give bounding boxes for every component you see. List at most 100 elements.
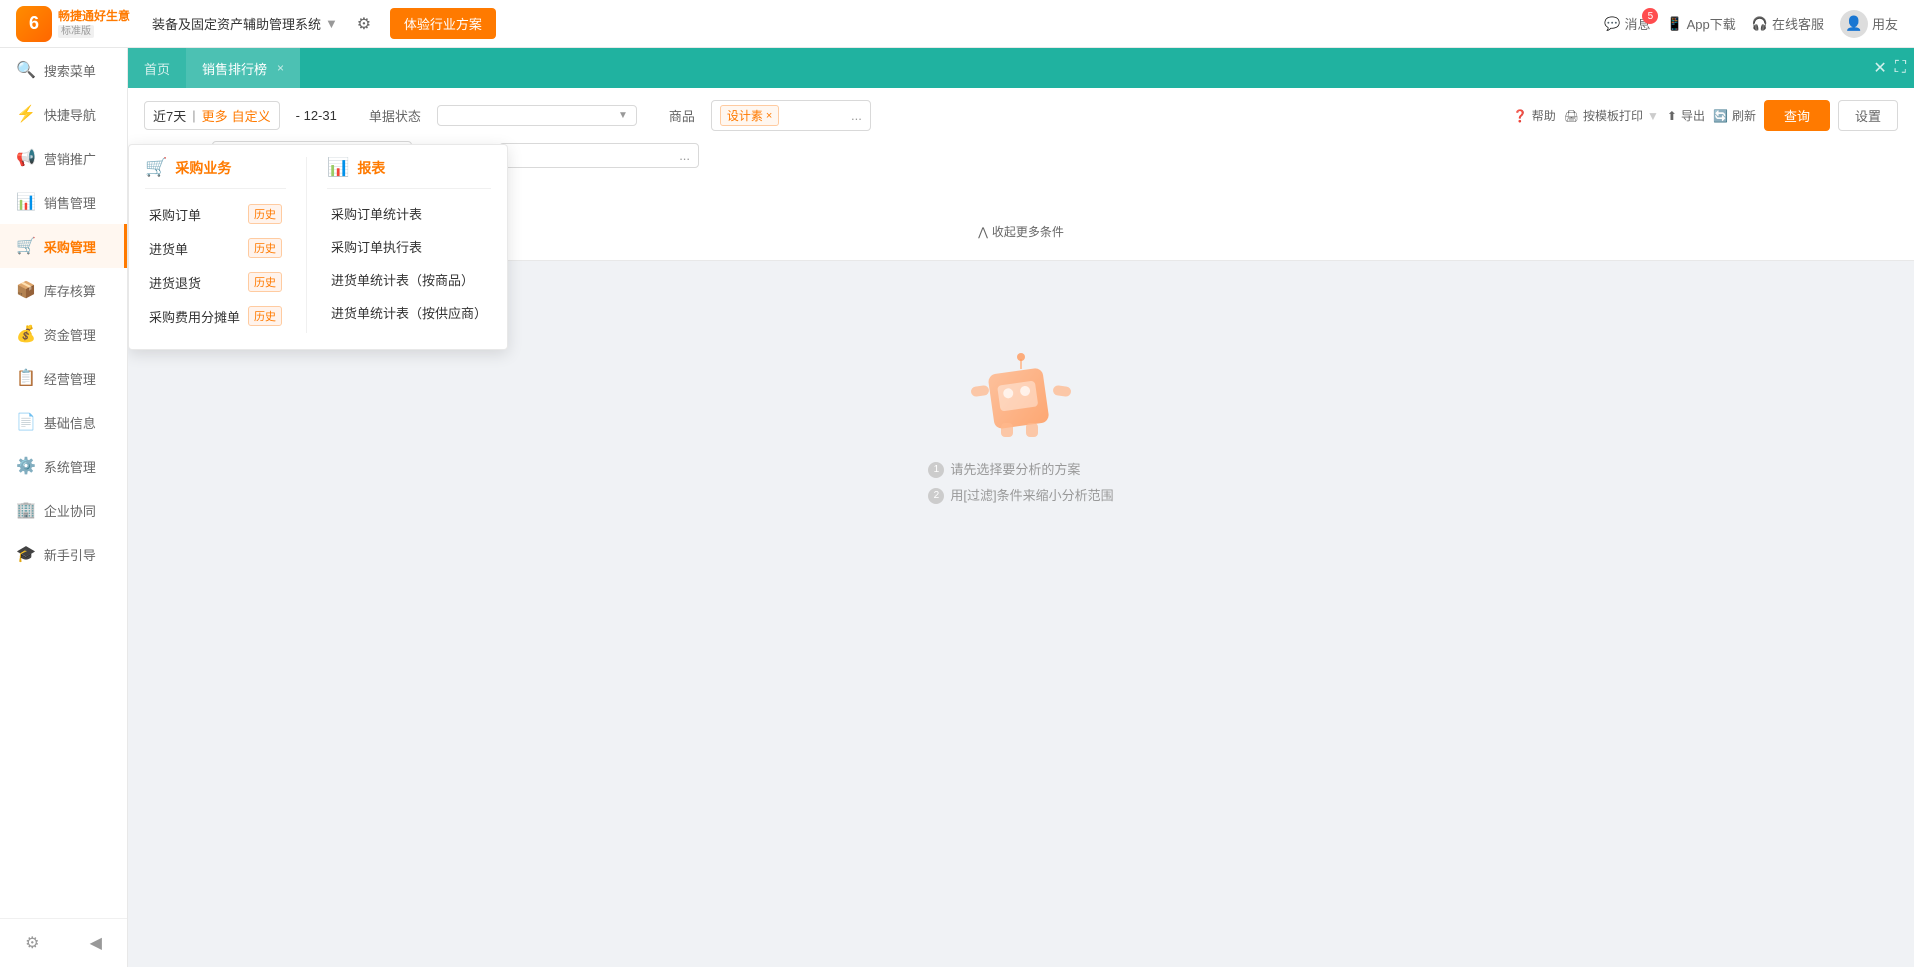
purchase-order-exec-item[interactable]: 采购订单执行表	[327, 230, 491, 263]
sidebar-settings-btn[interactable]: ⚙	[19, 927, 45, 959]
sidebar-item-marketing[interactable]: 📢 营销推广	[0, 136, 127, 180]
tab-bar-right: ✕ ⛶	[1873, 58, 1914, 78]
goods-receipt-item[interactable]: 进货单 历史	[145, 231, 286, 265]
settings-btn[interactable]: 设置	[1838, 100, 1898, 131]
sidebar-item-enterprise[interactable]: 🏢 企业协同	[0, 488, 127, 532]
purchase-order-exec-label: 采购订单执行表	[331, 237, 422, 256]
purchase-order-item[interactable]: 采购订单 历史	[145, 197, 286, 231]
system-icon: ⚙️	[16, 456, 36, 476]
tab-home-label: 首页	[144, 59, 170, 78]
main-area: 🔍 搜索菜单 ⚡ 快捷导航 📢 营销推广 📊 销售管理 🛒 采购管理 📦	[0, 48, 1914, 967]
search-icon: 🔍	[16, 60, 36, 80]
user-label: 用友	[1872, 14, 1898, 33]
goods-tag: 设计素 ×	[720, 105, 779, 126]
tab-close-window-btn[interactable]: ✕	[1873, 58, 1886, 78]
help-btn[interactable]: ❓ 帮助	[1513, 107, 1556, 124]
messages-badge: 5	[1642, 8, 1658, 24]
col-divider	[306, 157, 307, 333]
building-icon: 🏢	[16, 500, 36, 520]
tab-home[interactable]: 首页	[128, 48, 186, 88]
settings-icon[interactable]: ⚙	[350, 10, 378, 38]
hint2-text: 用[过滤]条件来缩小分析范围	[950, 483, 1113, 509]
purchase-expense-item[interactable]: 采购费用分摊单 历史	[145, 299, 286, 333]
guide-icon: 🎓	[16, 544, 36, 564]
goods-label: 商品	[669, 106, 695, 125]
purchase-expense-history-tag: 历史	[248, 306, 282, 326]
goods-return-label: 进货退货	[149, 273, 201, 292]
online-service-btn[interactable]: 🎧 在线客服	[1752, 14, 1824, 33]
purchase-order-stats-item[interactable]: 采购订单统计表	[327, 197, 491, 230]
megaphone-icon: 📢	[16, 148, 36, 168]
order-status-select[interactable]: ▼	[437, 105, 637, 126]
purchase-order-label: 采购订单	[149, 205, 201, 224]
lightning-icon: ⚡	[16, 104, 36, 124]
sidebar-label-inventory: 库存核算	[44, 281, 96, 300]
sidebar-label-marketing: 营销推广	[44, 149, 96, 168]
content-area: 首页 销售排行榜 × ✕ ⛶ 近7天	[128, 48, 1914, 967]
salesman-select[interactable]: ...	[499, 143, 699, 168]
sidebar-item-quick-nav[interactable]: ⚡ 快捷导航	[0, 92, 127, 136]
date-range-picker[interactable]: 近7天 | 更多 自定义	[144, 101, 280, 130]
sidebar-item-basic-info[interactable]: 📄 基础信息	[0, 400, 127, 444]
cart-icon: 🛒	[16, 236, 36, 256]
sidebar-label-guide: 新手引导	[44, 545, 96, 564]
purchase-dropdown-menu: 🛒 采购业务 采购订单 历史 进货单 历史	[128, 144, 508, 350]
goods-stats-by-supplier-item[interactable]: 进货单统计表（按供应商）	[327, 296, 491, 329]
print-label: 按模板打印	[1583, 107, 1643, 124]
goods-select[interactable]: 设计素 × ...	[711, 100, 871, 131]
step-2-icon: 2	[928, 488, 944, 504]
user-menu-btn[interactable]: 👤 用友	[1840, 10, 1898, 38]
collapse-label: 收起更多条件	[992, 223, 1064, 240]
print-dropdown-icon: ▼	[1647, 109, 1659, 123]
money-icon: 💰	[16, 324, 36, 344]
purchase-col-icon: 🛒	[145, 157, 167, 178]
goods-more-icon[interactable]: ...	[851, 108, 862, 123]
goods-stats-by-product-item[interactable]: 进货单统计表（按商品）	[327, 263, 491, 296]
purchase-col-title: 采购业务	[175, 158, 231, 178]
sidebar-item-system[interactable]: ⚙️ 系统管理	[0, 444, 127, 488]
salesman-more-icon[interactable]: ...	[679, 148, 690, 163]
tab-bar: 首页 销售排行榜 × ✕ ⛶	[128, 48, 1914, 88]
app-download-btn[interactable]: 📱 App下载	[1666, 14, 1735, 33]
sidebar-item-inventory[interactable]: 📦 库存核算	[0, 268, 127, 312]
tab-close-icon[interactable]: ×	[277, 61, 284, 75]
sidebar-label-enterprise: 企业协同	[44, 501, 96, 520]
system-title-arrow-icon[interactable]: ▼	[325, 16, 338, 31]
goods-return-item[interactable]: 进货退货 历史	[145, 265, 286, 299]
app-container: 6 畅捷通好生意 标准版 装备及固定资产辅助管理系统 ▼ ⚙ 体验行业方案 💬 …	[0, 0, 1914, 967]
sidebar-item-guide[interactable]: 🎓 新手引导	[0, 532, 127, 576]
sidebar-item-search[interactable]: 🔍 搜索菜单	[0, 48, 127, 92]
page-content: 近7天 | 更多 自定义 - 12-31 单据状态 ▼ 商品	[128, 88, 1914, 967]
sidebar-item-operations[interactable]: 📋 经营管理	[0, 356, 127, 400]
sidebar-item-purchase[interactable]: 🛒 采购管理	[0, 224, 127, 268]
headset-icon: 🎧	[1752, 16, 1768, 32]
sidebar-item-sales[interactable]: 📊 销售管理	[0, 180, 127, 224]
export-icon: ⬆	[1667, 109, 1677, 123]
sidebar-item-finance[interactable]: 💰 资金管理	[0, 312, 127, 356]
goods-tag-close-icon[interactable]: ×	[766, 110, 772, 122]
help-label: 帮助	[1532, 107, 1556, 124]
logo-icon: 6	[16, 6, 52, 42]
clipboard-icon: 📋	[16, 368, 36, 388]
goods-stats-by-supplier-label: 进货单统计表（按供应商）	[331, 303, 487, 322]
logo-badge: 标准版	[58, 25, 94, 38]
document-icon: 📄	[16, 412, 36, 432]
messages-btn[interactable]: 💬 消息 5	[1604, 14, 1650, 33]
query-btn[interactable]: 查询	[1764, 100, 1830, 131]
export-btn[interactable]: ⬆ 导出	[1667, 107, 1705, 124]
sidebar: 🔍 搜索菜单 ⚡ 快捷导航 📢 营销推广 📊 销售管理 🛒 采购管理 📦	[0, 48, 128, 967]
purchase-business-col: 🛒 采购业务 采购订单 历史 进货单 历史	[129, 157, 302, 333]
logo-area: 6 畅捷通好生意 标准版	[16, 6, 144, 42]
sidebar-label-system: 系统管理	[44, 457, 96, 476]
sidebar-collapse-btn[interactable]: ◀	[84, 927, 108, 959]
app-download-label: App下载	[1687, 14, 1736, 33]
sidebar-label-operations: 经营管理	[44, 369, 96, 388]
empty-illustration	[961, 341, 1081, 441]
refresh-btn[interactable]: 🔄 刷新	[1713, 107, 1756, 124]
purchase-order-stats-label: 采购订单统计表	[331, 204, 422, 223]
tab-sales-ranking[interactable]: 销售排行榜 ×	[186, 48, 300, 88]
goods-return-history-tag: 历史	[248, 272, 282, 292]
print-btn[interactable]: 🖨 按模板打印 ▼	[1564, 107, 1659, 124]
industry-btn[interactable]: 体验行业方案	[390, 8, 496, 39]
tab-fullscreen-btn[interactable]: ⛶	[1895, 59, 1906, 77]
